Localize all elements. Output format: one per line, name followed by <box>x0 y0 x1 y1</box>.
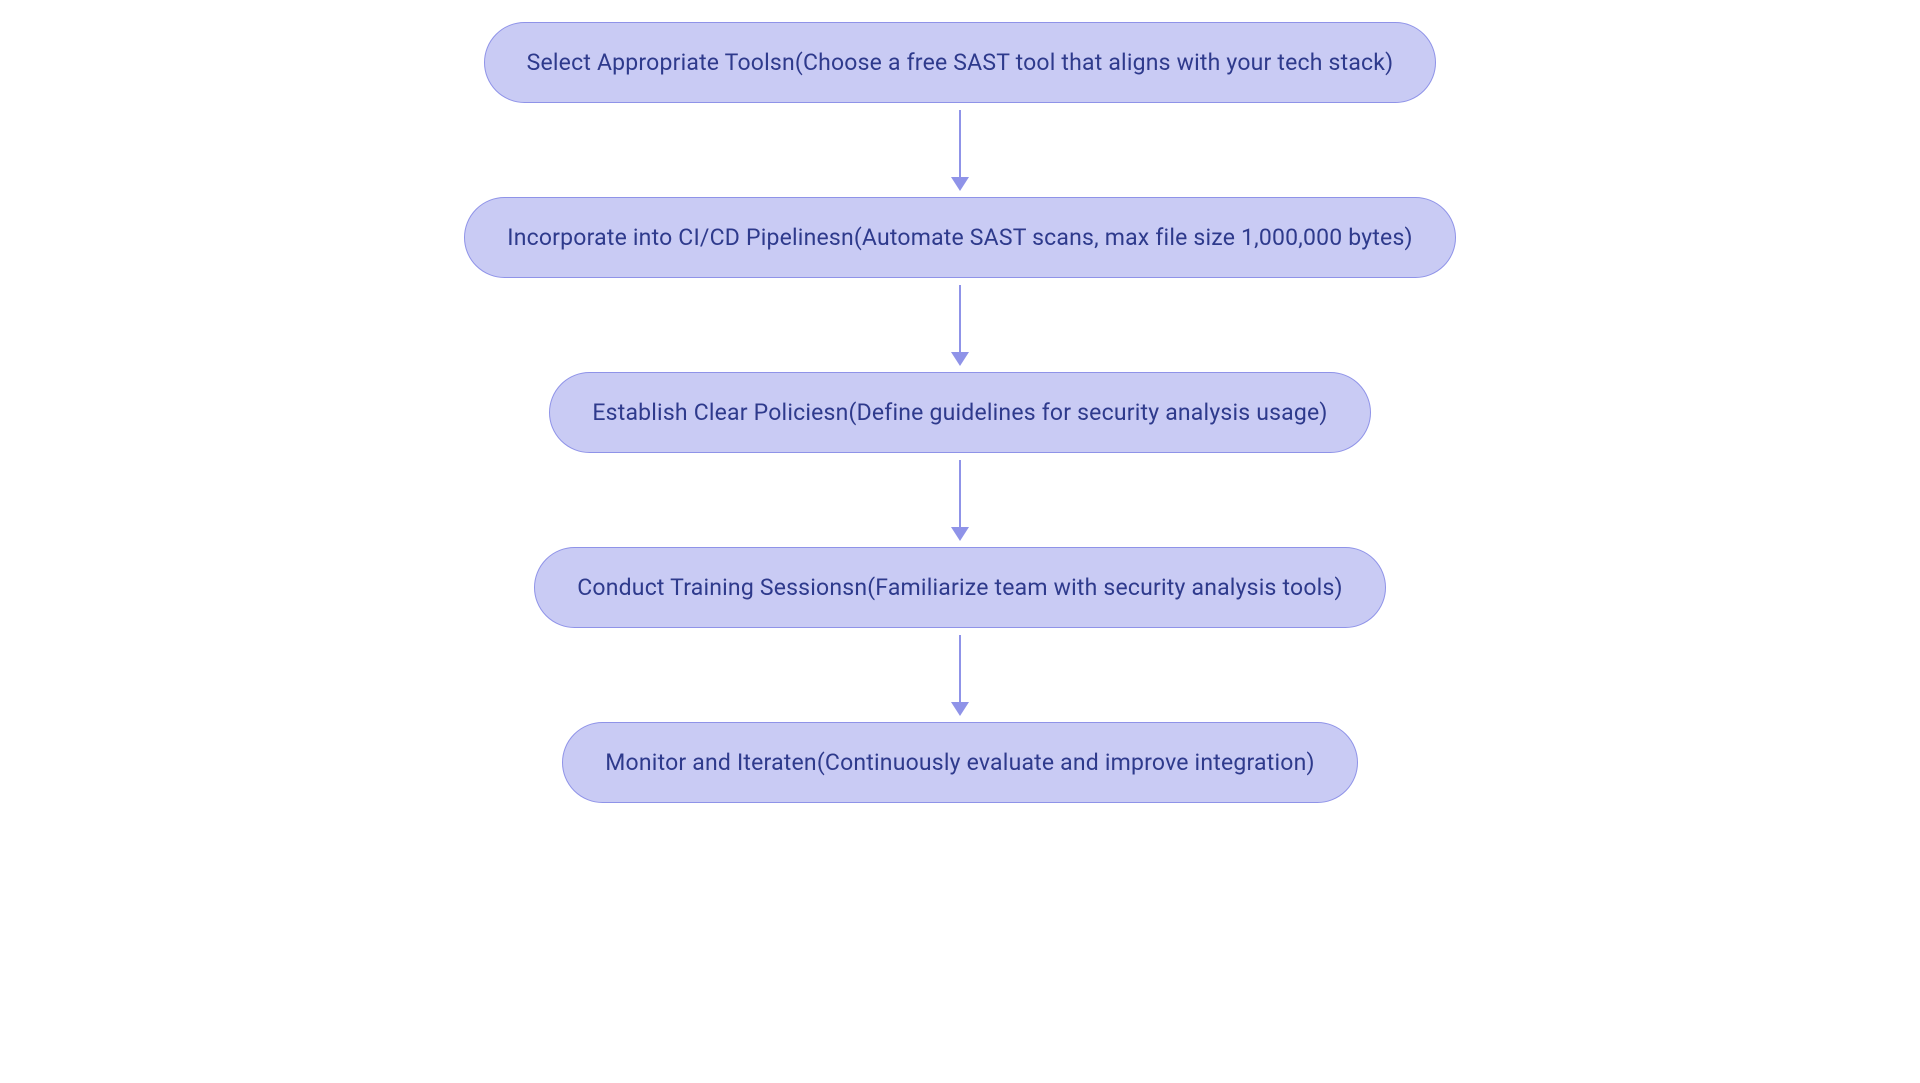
arrow-down-icon <box>951 702 969 716</box>
arrow-line-icon <box>959 110 962 178</box>
arrow-2 <box>951 278 969 372</box>
arrow-4 <box>951 628 969 722</box>
arrow-down-icon <box>951 177 969 191</box>
arrow-line-icon <box>959 285 962 353</box>
node-text: Incorporate into CI/CD Pipelinesn(Automa… <box>507 224 1412 251</box>
flowchart-node-1: Select Appropriate Toolsn(Choose a free … <box>484 22 1437 103</box>
node-text: Select Appropriate Toolsn(Choose a free … <box>527 49 1394 76</box>
node-text: Monitor and Iteraten(Continuously evalua… <box>605 749 1314 776</box>
node-text: Establish Clear Policiesn(Define guideli… <box>592 399 1327 426</box>
node-text: Conduct Training Sessionsn(Familiarize t… <box>577 574 1342 601</box>
arrow-line-icon <box>959 460 962 528</box>
flowchart-node-2: Incorporate into CI/CD Pipelinesn(Automa… <box>464 197 1455 278</box>
arrow-down-icon <box>951 352 969 366</box>
arrow-down-icon <box>951 527 969 541</box>
arrow-1 <box>951 103 969 197</box>
flowchart-node-4: Conduct Training Sessionsn(Familiarize t… <box>534 547 1385 628</box>
arrow-line-icon <box>959 635 962 703</box>
flowchart-container: Select Appropriate Toolsn(Choose a free … <box>464 22 1455 803</box>
flowchart-node-3: Establish Clear Policiesn(Define guideli… <box>549 372 1370 453</box>
arrow-3 <box>951 453 969 547</box>
flowchart-node-5: Monitor and Iteraten(Continuously evalua… <box>562 722 1357 803</box>
